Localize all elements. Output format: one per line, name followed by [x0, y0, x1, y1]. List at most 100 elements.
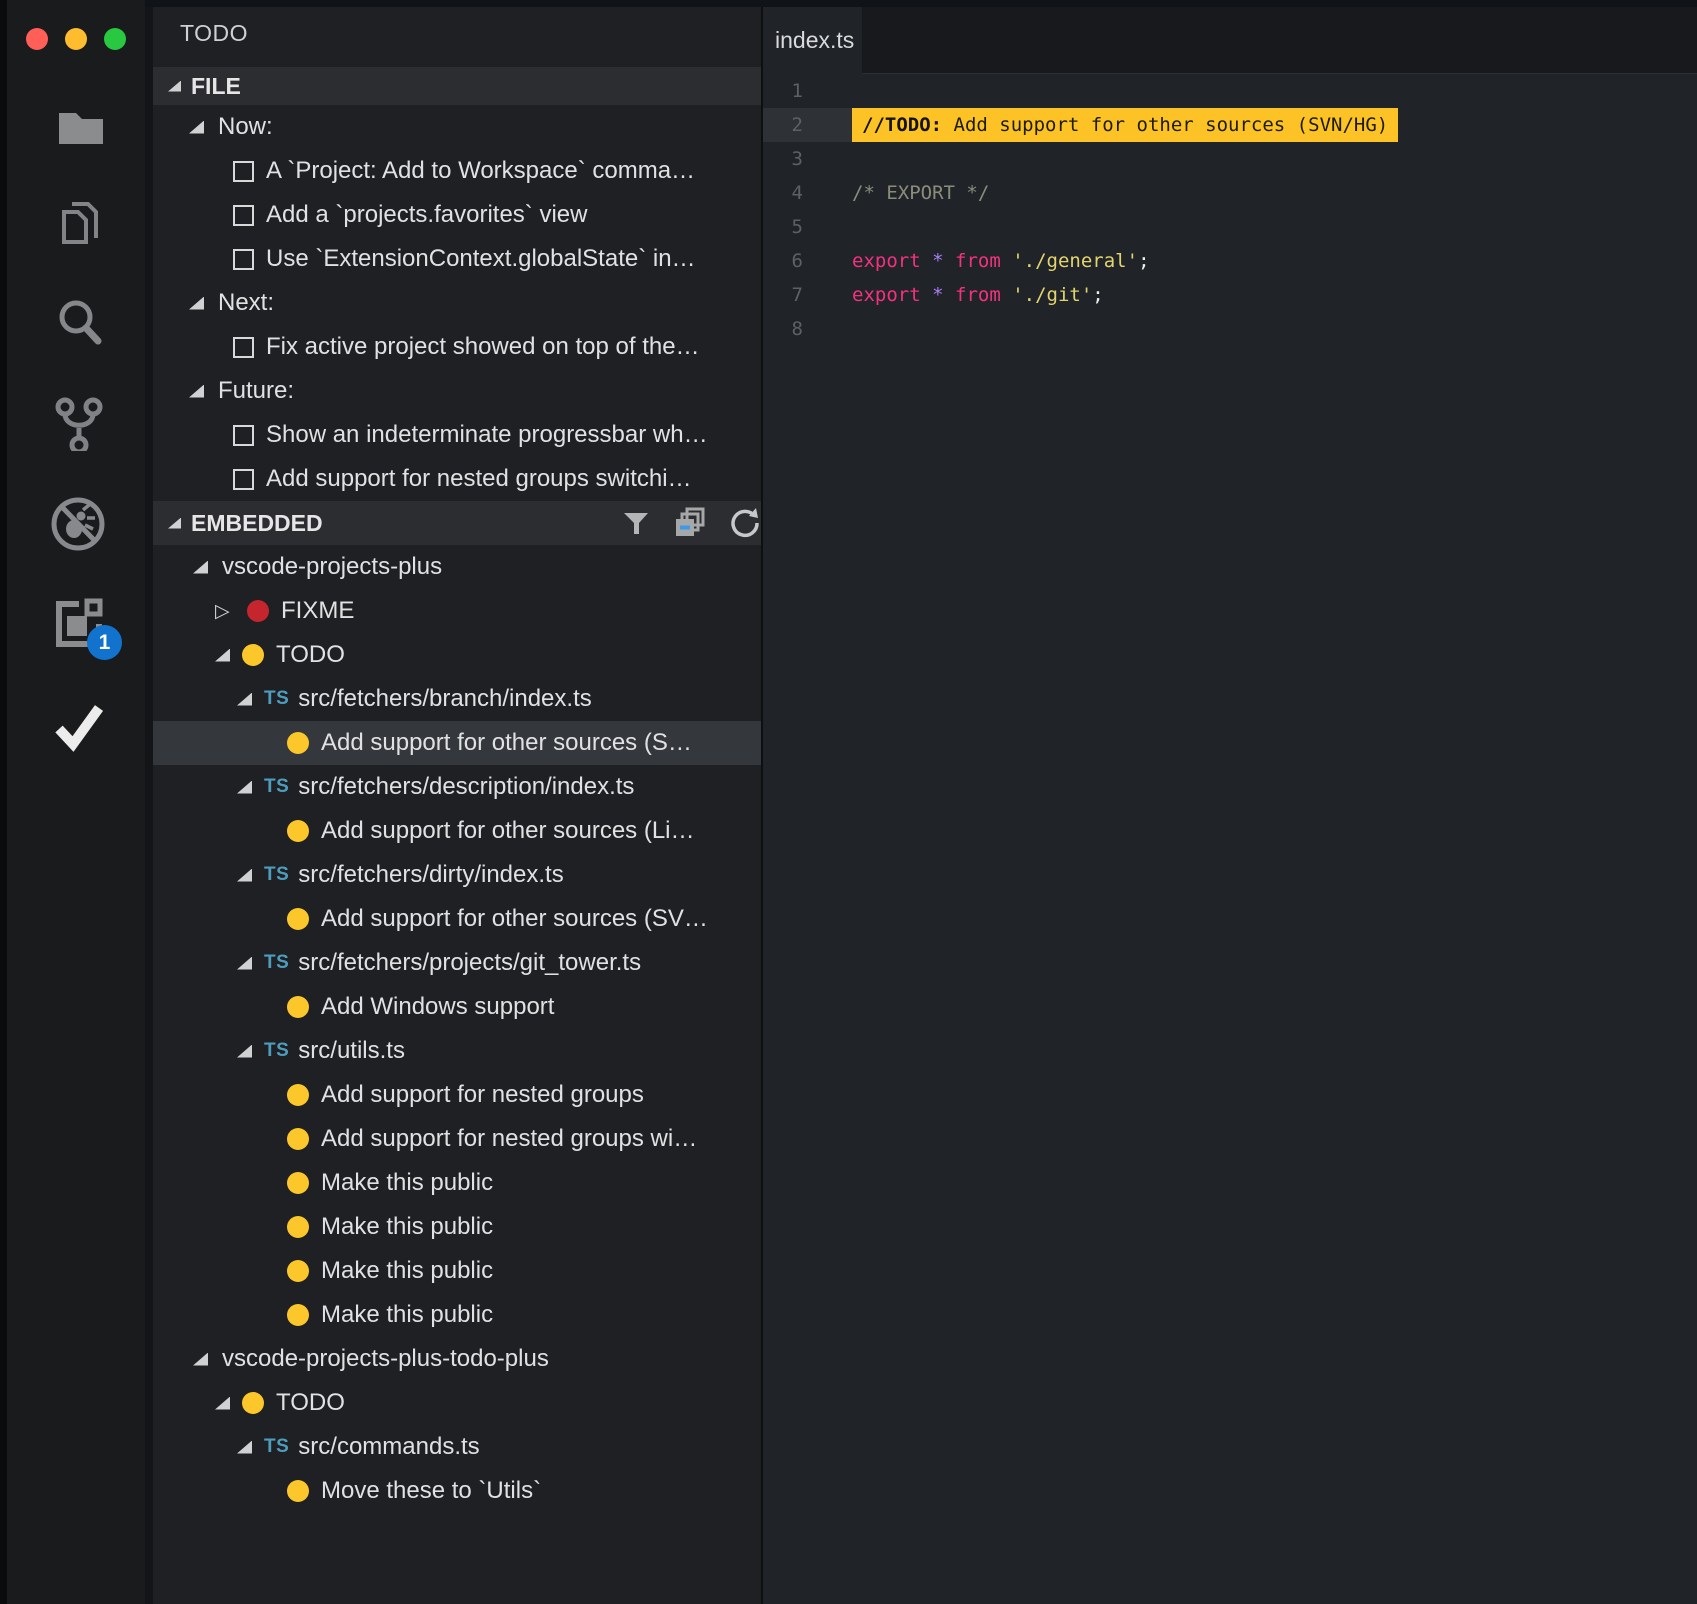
files-copy-icon[interactable] — [50, 195, 106, 251]
tree-row-file[interactable]: TS src/fetchers/dirty/index.ts — [153, 853, 763, 897]
twistie-expanded-icon[interactable] — [189, 384, 204, 398]
twistie-expanded-icon[interactable] — [237, 1044, 252, 1058]
tree-row-file[interactable]: TS src/utils.ts — [153, 1029, 763, 1073]
code-line[interactable]: 5 — [763, 210, 1697, 244]
section-header-file[interactable]: FILE — [153, 67, 763, 105]
tree-row-todo[interactable]: Make this public — [153, 1293, 763, 1337]
twistie-expanded-icon[interactable] — [189, 120, 204, 134]
close-button[interactable] — [26, 28, 48, 50]
tree-row-label: src/fetchers/description/index.ts — [298, 773, 635, 800]
code-line[interactable]: 6 export * from './general'; — [763, 244, 1697, 278]
line-number: 6 — [791, 250, 803, 272]
typescript-file-icon: TS — [264, 1436, 290, 1457]
code-line[interactable]: 2//TODO: Add support for other sources (… — [763, 108, 1697, 142]
tree-row-todo[interactable]: Make this public — [153, 1205, 763, 1249]
tree-row-todo[interactable]: Add support for nested groups wi… — [153, 1117, 763, 1161]
code-token: './general' — [1012, 250, 1139, 272]
tree-row-todo[interactable]: Add Windows support — [153, 985, 763, 1029]
todo-check-icon[interactable] — [50, 697, 106, 753]
checkbox-icon[interactable] — [233, 160, 254, 182]
tree-row-root[interactable]: vscode-projects-plus — [153, 545, 763, 589]
folder-explorer-icon[interactable] — [50, 97, 106, 153]
extensions-badge: 1 — [87, 625, 122, 660]
tree-row-root[interactable]: vscode-projects-plus-todo-plus — [153, 1337, 763, 1381]
checkbox-icon[interactable] — [233, 468, 254, 490]
collapse-all-icon[interactable] — [674, 507, 706, 539]
line-number: 2 — [763, 108, 852, 142]
twistie-collapsed-icon[interactable]: ▷ — [215, 602, 235, 621]
twistie-expanded-icon[interactable] — [215, 1396, 230, 1410]
zoom-button[interactable] — [104, 28, 126, 50]
code-token: ; — [1092, 284, 1104, 306]
twistie-expanded-icon[interactable] — [237, 1440, 252, 1454]
checkbox-icon[interactable] — [233, 336, 254, 358]
tree-row-todo[interactable]: Add support for other sources (SV… — [153, 897, 763, 941]
tree-row-file[interactable]: TS src/commands.ts — [153, 1425, 763, 1469]
tree-row-file[interactable]: TS src/fetchers/projects/git_tower.ts — [153, 941, 763, 985]
checkbox-icon[interactable] — [233, 248, 254, 270]
tree-row-group[interactable]: Future: — [153, 369, 763, 413]
tree-row-tag[interactable]: TODO — [153, 1381, 763, 1425]
twistie-expanded-icon[interactable] — [237, 956, 252, 970]
file-section-rows: Now: A `Project: Add to Workspace` comma…… — [153, 105, 763, 501]
tree-row-group[interactable]: Now: — [153, 105, 763, 149]
twistie-expanded-icon[interactable] — [237, 868, 252, 882]
twistie-expanded-icon[interactable] — [237, 780, 252, 794]
tree-row-group[interactable]: Next: — [153, 281, 763, 325]
tree-row-check[interactable]: Show an indeterminate progressbar wh… — [153, 413, 763, 457]
code-line[interactable]: 1 — [763, 74, 1697, 108]
line-number: 5 — [791, 216, 803, 238]
tree-row-todo[interactable]: Make this public — [153, 1249, 763, 1293]
extensions-icon[interactable]: 1 — [50, 594, 122, 660]
refresh-icon[interactable] — [729, 507, 761, 539]
tree-row-tag[interactable]: ▷ FIXME — [153, 589, 763, 633]
typescript-file-icon: TS — [264, 864, 290, 885]
tree-row-check[interactable]: A `Project: Add to Workspace` comma… — [153, 149, 763, 193]
twistie-expanded-icon[interactable] — [193, 1352, 208, 1366]
checkbox-icon[interactable] — [233, 424, 254, 446]
tree-row-file[interactable]: TS src/fetchers/branch/index.ts — [153, 677, 763, 721]
filter-icon[interactable] — [621, 508, 651, 538]
code-token: './git' — [1012, 284, 1093, 306]
code-line[interactable]: 4 /* EXPORT */ — [763, 176, 1697, 210]
todo-sidebar: TODO FILE Now: A `Project: Add to Workspa… — [145, 0, 763, 1604]
code-line[interactable]: 8 — [763, 312, 1697, 346]
section-header-embedded[interactable]: EMBEDDED — [153, 501, 763, 545]
tree-row-check[interactable]: Add a `projects.favorites` view — [153, 193, 763, 237]
yellow-dot-icon — [287, 1084, 309, 1106]
typescript-file-icon: TS — [264, 952, 290, 973]
tree-row-file[interactable]: TS src/fetchers/description/index.ts — [153, 765, 763, 809]
tree-row-check[interactable]: Use `ExtensionContext.globalState` in… — [153, 237, 763, 281]
tree-row-todo[interactable]: Make this public — [153, 1161, 763, 1205]
tab-index-ts[interactable]: index.ts — [763, 7, 862, 74]
search-icon[interactable] — [50, 294, 106, 350]
debug-disabled-icon[interactable] — [50, 496, 106, 552]
tree-row-label: src/fetchers/dirty/index.ts — [298, 861, 564, 888]
tree-row-check[interactable]: Fix active project showed on top of the… — [153, 325, 763, 369]
tree-row-tag[interactable]: TODO — [153, 633, 763, 677]
source-control-icon[interactable] — [50, 395, 106, 451]
code-area[interactable]: 1 2//TODO: Add support for other sources … — [763, 74, 1697, 346]
twistie-expanded-icon[interactable] — [193, 560, 208, 574]
minimize-button[interactable] — [65, 28, 87, 50]
tree-row-todo[interactable]: Move these to `Utils` — [153, 1469, 763, 1513]
tree-row-todo[interactable]: Add support for other sources (Li… — [153, 809, 763, 853]
tree-row-todo[interactable]: Add support for nested groups — [153, 1073, 763, 1117]
code-line[interactable]: 7 export * from './git'; — [763, 278, 1697, 312]
twistie-expanded-icon[interactable] — [237, 692, 252, 706]
tree-row-check[interactable]: Add support for nested groups switchi… — [153, 457, 763, 501]
code-line-text: //TODO: Add support for other sources (S… — [852, 108, 1399, 142]
tree-row-label: src/fetchers/branch/index.ts — [298, 685, 592, 712]
code-line[interactable]: 3 — [763, 142, 1697, 176]
tree-row-label: FIXME — [281, 597, 355, 624]
twistie-expanded-icon[interactable] — [189, 296, 204, 310]
tree-row-label: Add support for nested groups switchi… — [266, 465, 692, 492]
twistie-expanded-icon[interactable] — [215, 648, 230, 662]
checkbox-icon[interactable] — [233, 204, 254, 226]
tree-row-todo[interactable]: Add support for other sources (S… — [153, 721, 763, 765]
activity-bar: 1 — [0, 0, 145, 1604]
tree-row-label: Make this public — [321, 1301, 494, 1328]
tree-row-label: Add support for other sources (Li… — [321, 817, 695, 844]
